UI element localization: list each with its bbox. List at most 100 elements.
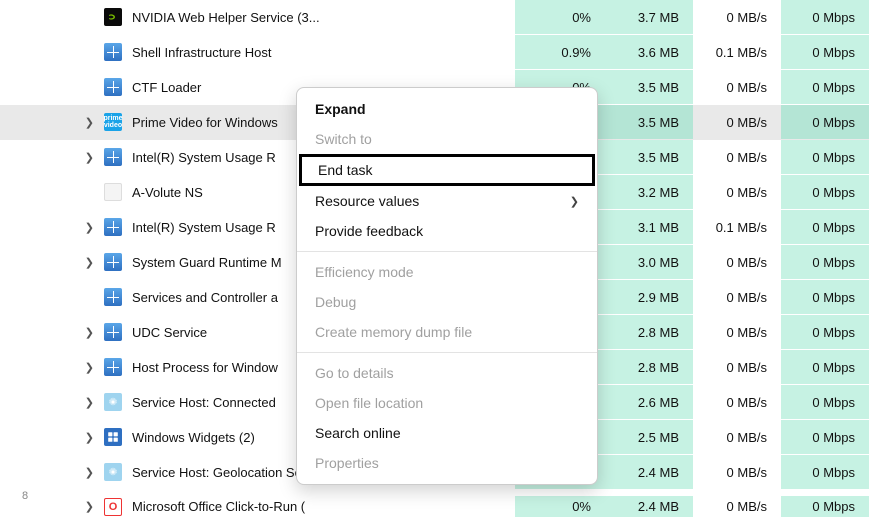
chevron-right-icon: ❯ <box>85 431 94 444</box>
menu-item-label: Expand <box>315 101 366 117</box>
disk-cell: 0 MB/s <box>693 496 781 517</box>
menu-item-label: Open file location <box>315 395 423 411</box>
process-icon-cell <box>100 358 126 376</box>
network-cell: 0 Mbps <box>781 210 869 244</box>
widgets-icon <box>104 428 122 446</box>
disk-cell: 0 MB/s <box>693 70 781 104</box>
process-icon-cell <box>100 253 126 271</box>
process-icon-cell <box>100 393 126 411</box>
win-icon <box>104 148 122 166</box>
memory-cell: 3.5 MB <box>605 140 693 174</box>
disk-cell: 0 MB/s <box>693 315 781 349</box>
menu-item-label: End task <box>318 162 372 178</box>
menu-item-label: Create memory dump file <box>315 324 472 340</box>
menu-item-provide-feedback[interactable]: Provide feedback <box>297 216 597 246</box>
network-cell: 0 Mbps <box>781 105 869 139</box>
expand-toggle[interactable]: ❯ <box>0 116 100 129</box>
disk-cell: 0 MB/s <box>693 105 781 139</box>
memory-cell: 2.8 MB <box>605 350 693 384</box>
memory-cell: 2.5 MB <box>605 420 693 454</box>
process-icon-cell <box>100 148 126 166</box>
menu-item-end-task[interactable]: End task <box>299 154 595 186</box>
menu-item-label: Debug <box>315 294 356 310</box>
gear-icon <box>104 463 122 481</box>
win-icon <box>104 43 122 61</box>
menu-separator <box>297 352 597 353</box>
process-row[interactable]: ❯OMicrosoft Office Click-to-Run (0%2.4 M… <box>0 490 869 518</box>
memory-cell: 3.5 MB <box>605 70 693 104</box>
menu-item-debug: Debug <box>297 287 597 317</box>
chevron-right-icon: ❯ <box>85 396 94 409</box>
process-icon-cell <box>100 8 126 26</box>
network-cell: 0 Mbps <box>781 140 869 174</box>
expand-toggle[interactable]: ❯ <box>0 326 100 339</box>
memory-cell: 2.4 MB <box>605 496 693 517</box>
process-row[interactable]: Shell Infrastructure Host0.9%3.6 MB0.1 M… <box>0 35 869 70</box>
expand-toggle[interactable]: ❯ <box>0 151 100 164</box>
disk-cell: 0 MB/s <box>693 280 781 314</box>
cpu-cell: 0% <box>515 0 605 34</box>
disk-cell: 0 MB/s <box>693 385 781 419</box>
disk-cell: 0.1 MB/s <box>693 35 781 69</box>
menu-separator <box>297 251 597 252</box>
expand-toggle[interactable]: ❯ <box>0 256 100 269</box>
disk-cell: 0 MB/s <box>693 175 781 209</box>
menu-item-switch-to: Switch to <box>297 124 597 154</box>
menu-item-expand[interactable]: Expand <box>297 94 597 124</box>
blank-icon <box>104 183 122 201</box>
cpu-cell: 0% <box>515 496 605 517</box>
process-name: Shell Infrastructure Host <box>126 45 515 60</box>
process-name: Microsoft Office Click-to-Run ( <box>126 499 515 514</box>
network-cell: 0 Mbps <box>781 280 869 314</box>
memory-cell: 3.6 MB <box>605 35 693 69</box>
expand-toggle[interactable]: ❯ <box>0 221 100 234</box>
menu-item-efficiency-mode: Efficiency mode <box>297 257 597 287</box>
menu-item-label: Go to details <box>315 365 394 381</box>
chevron-right-icon: ❯ <box>85 361 94 374</box>
menu-item-label: Resource values <box>315 193 419 209</box>
process-row[interactable]: NVIDIA Web Helper Service (3...0%3.7 MB0… <box>0 0 869 35</box>
prime-icon: prime video <box>104 113 122 131</box>
chevron-right-icon: ❯ <box>85 256 94 269</box>
memory-cell: 3.0 MB <box>605 245 693 279</box>
expand-toggle[interactable]: ❯ <box>0 396 100 409</box>
memory-cell: 2.4 MB <box>605 455 693 489</box>
menu-item-resource-values[interactable]: Resource values ❯ <box>297 186 597 216</box>
chevron-right-icon: ❯ <box>570 195 579 208</box>
network-cell: 0 Mbps <box>781 420 869 454</box>
memory-cell: 2.6 MB <box>605 385 693 419</box>
expand-toggle[interactable]: ❯ <box>0 361 100 374</box>
memory-cell: 3.1 MB <box>605 210 693 244</box>
expand-toggle[interactable]: ❯ <box>0 431 100 444</box>
network-cell: 0 Mbps <box>781 455 869 489</box>
disk-cell: 0.1 MB/s <box>693 210 781 244</box>
menu-item-label: Properties <box>315 455 379 471</box>
win-icon <box>104 358 122 376</box>
disk-cell: 0 MB/s <box>693 455 781 489</box>
disk-cell: 0 MB/s <box>693 420 781 454</box>
expand-toggle[interactable]: ❯ <box>0 466 100 479</box>
win-icon <box>104 323 122 341</box>
disk-cell: 0 MB/s <box>693 0 781 34</box>
menu-item-label: Search online <box>315 425 401 441</box>
network-cell: 0 Mbps <box>781 350 869 384</box>
process-name: NVIDIA Web Helper Service (3... <box>126 10 515 25</box>
process-icon-cell <box>100 428 126 446</box>
menu-item-properties: Properties <box>297 448 597 478</box>
gear-icon <box>104 393 122 411</box>
menu-item-create-memory-dump-file: Create memory dump file <box>297 317 597 347</box>
chevron-right-icon: ❯ <box>85 221 94 234</box>
context-menu: Expand Switch to End task Resource values ❯ P… <box>296 87 598 485</box>
menu-item-search-online[interactable]: Search online <box>297 418 597 448</box>
process-icon-cell <box>100 78 126 96</box>
memory-cell: 2.8 MB <box>605 315 693 349</box>
chevron-right-icon: ❯ <box>85 466 94 479</box>
network-cell: 0 Mbps <box>781 315 869 349</box>
network-cell: 0 Mbps <box>781 245 869 279</box>
win-icon <box>104 78 122 96</box>
process-icon-cell: O <box>100 498 126 516</box>
win-icon <box>104 288 122 306</box>
expand-toggle[interactable]: ❯ <box>0 500 100 513</box>
process-icon-cell <box>100 323 126 341</box>
menu-item-label: Efficiency mode <box>315 264 414 280</box>
